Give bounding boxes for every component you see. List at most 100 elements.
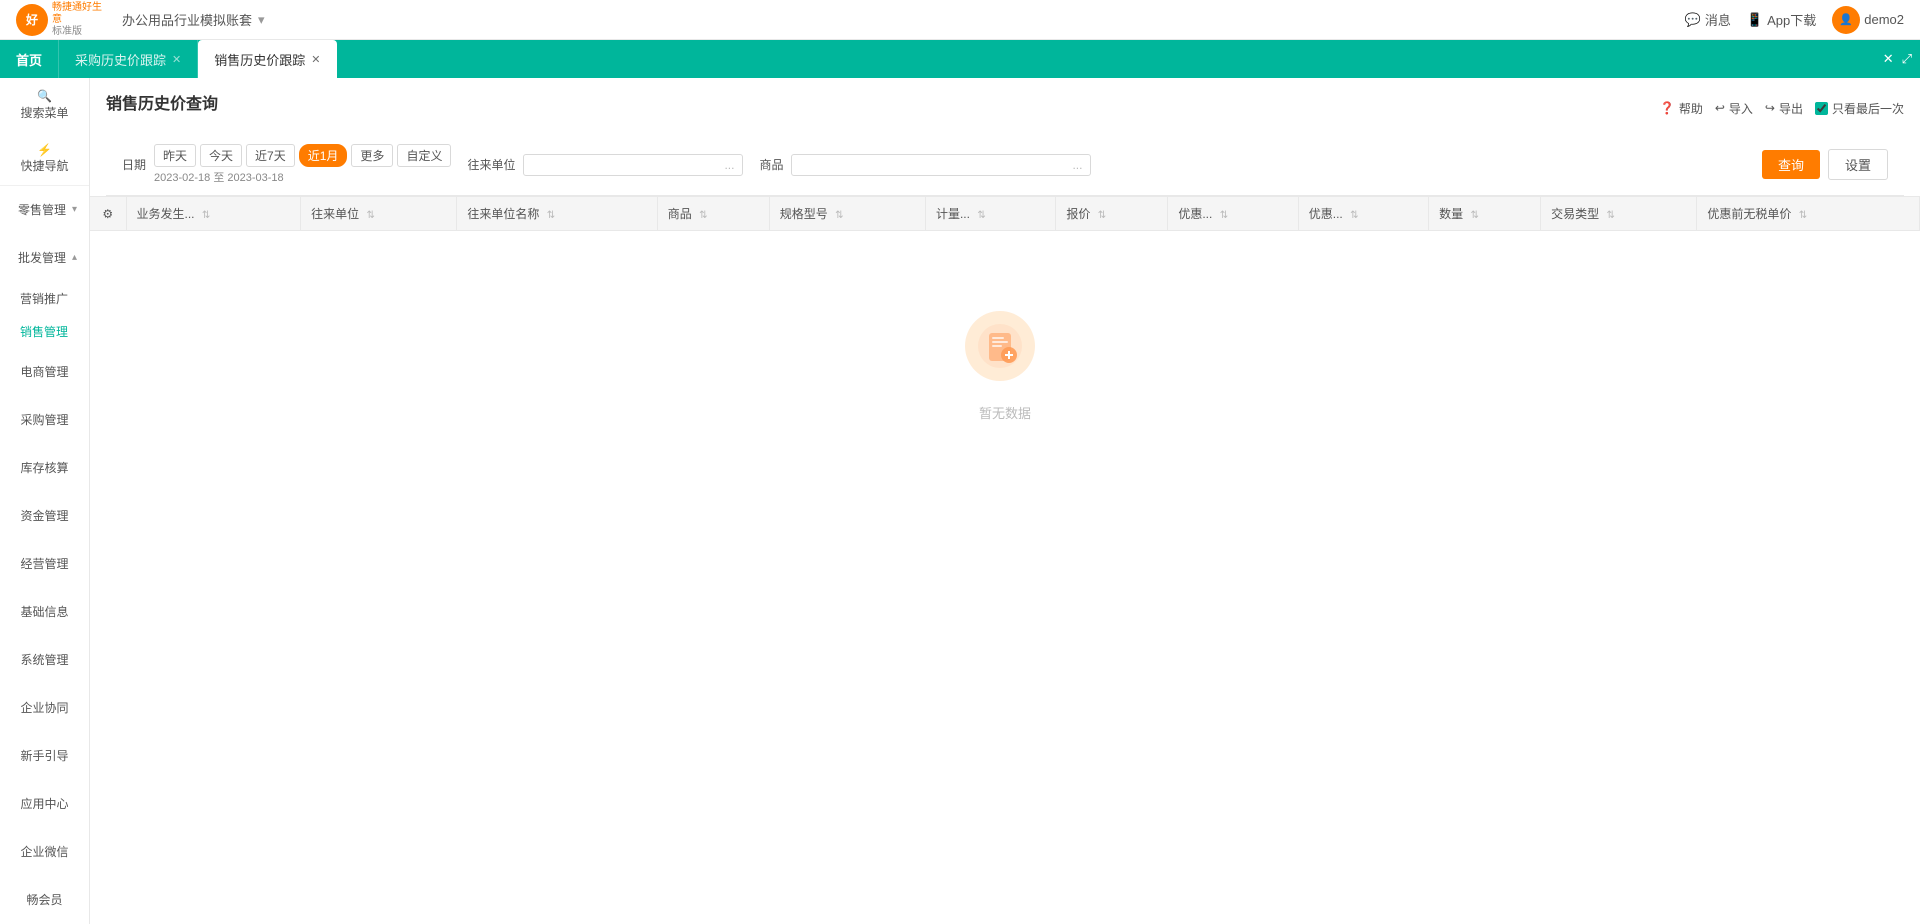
- settings-button[interactable]: 设置: [1828, 149, 1888, 180]
- th-partner-name[interactable]: 往来单位名称 ⇅: [457, 197, 657, 231]
- date-today-btn[interactable]: 今天: [200, 144, 242, 167]
- sort-icon-unit: ⇅: [977, 210, 985, 221]
- content-area: 销售历史价查询 ❓ 帮助 ↩ 导入 ↪ 导出: [90, 78, 1920, 924]
- tab-purchase-close-icon[interactable]: ✕: [172, 53, 181, 66]
- header-dropdown[interactable]: 办公用品行业模拟账套 ▾: [122, 10, 265, 29]
- main-layout: 🔍 搜索菜单 ⚡ 快捷导航 零售管理 ▾ 批发管理 ▴ 营销推广 销售管理: [0, 78, 1920, 924]
- page-header: 销售历史价查询 ❓ 帮助 ↩ 导入 ↪ 导出: [90, 78, 1920, 197]
- counterpart-input[interactable]: ...: [523, 154, 743, 176]
- sort-icon-goods: ⇅: [699, 210, 707, 221]
- tab-close-all-icon[interactable]: ✕: [1883, 51, 1894, 67]
- counterpart-filter-group: 往来单位 ...: [467, 154, 743, 176]
- sort-icon-quote: ⇅: [1098, 210, 1106, 221]
- user-avatar-button[interactable]: 👤 demo2: [1832, 6, 1904, 34]
- th-trade-type[interactable]: 交易类型 ⇅: [1541, 197, 1697, 231]
- sidebar-item-enterprise[interactable]: 企业协同: [0, 684, 89, 732]
- th-pretax-price[interactable]: 优惠前无税单价 ⇅: [1697, 197, 1920, 231]
- logo-area: 好 畅捷通好生意 标准版: [16, 2, 106, 38]
- search-icon: 🔍: [37, 88, 52, 105]
- date-filter-group: 日期 昨天 今天 近7天 近1月 更多 自定义 2023-02-18 至 202…: [122, 144, 451, 185]
- th-qty[interactable]: 数量 ⇅: [1429, 197, 1541, 231]
- date-range-display: 2023-02-18 至 2023-03-18: [154, 169, 451, 185]
- sort-icon-qty: ⇅: [1471, 210, 1479, 221]
- th-partner-code[interactable]: 往来单位 ⇅: [301, 197, 457, 231]
- tab-sales-close-icon[interactable]: ✕: [311, 53, 320, 66]
- th-biz-date[interactable]: 业务发生... ⇅: [126, 197, 301, 231]
- date-7days-btn[interactable]: 近7天: [246, 144, 295, 167]
- sidebar-item-appstore[interactable]: 应用中心: [0, 780, 89, 828]
- sidebar-item-system[interactable]: 系统管理: [0, 636, 89, 684]
- sort-icon-biz-date: ⇅: [202, 210, 210, 221]
- th-discount1[interactable]: 优惠... ⇅: [1168, 197, 1298, 231]
- goods-input[interactable]: ...: [791, 154, 1091, 176]
- sidebar-item-search[interactable]: 🔍 搜索菜单: [0, 78, 89, 132]
- tab-bar: 首页 采购历史价跟踪 ✕ 销售历史价跟踪 ✕ ✕ ⤢: [0, 40, 1920, 78]
- counterpart-placeholder: ...: [724, 158, 734, 172]
- date-1month-btn[interactable]: 近1月: [299, 144, 348, 167]
- sidebar-item-ecommerce[interactable]: 电商管理: [0, 348, 89, 396]
- th-quote[interactable]: 报价 ⇅: [1056, 197, 1168, 231]
- date-yesterday-btn[interactable]: 昨天: [154, 144, 196, 167]
- table-header: ⚙ 业务发生... ⇅ 往来单位 ⇅ 往来单位名称 ⇅: [90, 197, 1920, 231]
- export-icon: ↪: [1765, 101, 1775, 115]
- logo-icon: 好: [16, 4, 48, 36]
- sidebar-item-wholesale[interactable]: 批发管理 ▴: [0, 234, 89, 282]
- th-spec[interactable]: 规格型号 ⇅: [769, 197, 925, 231]
- page-title: 销售历史价查询: [106, 90, 218, 114]
- sidebar-item-retail[interactable]: 零售管理 ▾: [0, 186, 89, 234]
- th-discount2[interactable]: 优惠... ⇅: [1298, 197, 1428, 231]
- goods-placeholder: ...: [1072, 158, 1082, 172]
- tab-purchase-label: 采购历史价跟踪: [75, 50, 166, 69]
- app-download-button[interactable]: 📱 App下载: [1747, 10, 1816, 29]
- sort-icon-trade-type: ⇅: [1606, 210, 1614, 221]
- last-only-checkbox[interactable]: [1815, 102, 1828, 115]
- tab-home-label: 首页: [16, 50, 42, 69]
- last-only-checkbox-label[interactable]: 只看最后一次: [1815, 100, 1904, 117]
- tab-maximize-icon[interactable]: ⤢: [1902, 51, 1912, 67]
- wholesale-arrow-icon: ▴: [72, 251, 77, 265]
- date-buttons: 昨天 今天 近7天 近1月 更多 自定义: [154, 144, 451, 167]
- date-more-btn[interactable]: 更多: [351, 144, 393, 167]
- sidebar-sub-marketing[interactable]: 营销推广: [0, 282, 89, 315]
- query-button[interactable]: 查询: [1762, 150, 1820, 179]
- empty-icon: [965, 311, 1045, 391]
- logo-text: 畅捷通好生意 标准版: [52, 2, 106, 38]
- top-header: 好 畅捷通好生意 标准版 办公用品行业模拟账套 ▾ 💬 消息 📱 App下载 👤…: [0, 0, 1920, 40]
- th-gear[interactable]: ⚙: [90, 197, 126, 231]
- sidebar-item-basic[interactable]: 基础信息: [0, 588, 89, 636]
- sidebar: 🔍 搜索菜单 ⚡ 快捷导航 零售管理 ▾ 批发管理 ▴ 营销推广 销售管理: [0, 78, 90, 924]
- th-unit[interactable]: 计量... ⇅: [925, 197, 1055, 231]
- th-goods[interactable]: 商品 ⇅: [657, 197, 769, 231]
- sidebar-item-inventory[interactable]: 库存核算: [0, 444, 89, 492]
- tab-sales[interactable]: 销售历史价跟踪 ✕: [198, 40, 337, 78]
- sort-icon-pretax-price: ⇅: [1799, 210, 1807, 221]
- sidebar-item-purchase[interactable]: 采购管理: [0, 396, 89, 444]
- user-avatar-icon: 👤: [1839, 13, 1853, 26]
- date-custom-btn[interactable]: 自定义: [397, 144, 451, 167]
- export-button[interactable]: ↪ 导出: [1765, 100, 1803, 117]
- sidebar-sub-salesmanage[interactable]: 销售管理: [0, 315, 89, 348]
- message-icon: 💬: [1685, 12, 1701, 28]
- sidebar-section-top: 🔍 搜索菜单 ⚡ 快捷导航: [0, 78, 89, 186]
- date-label: 日期: [122, 156, 146, 173]
- dropdown-arrow-icon: ▾: [258, 12, 265, 28]
- filter-row: 日期 昨天 今天 近7天 近1月 更多 自定义 2023-02-18 至 202…: [106, 134, 1904, 196]
- filter-actions: 查询 设置: [1762, 149, 1888, 180]
- sidebar-item-wechat[interactable]: 企业微信: [0, 828, 89, 876]
- tab-purchase[interactable]: 采购历史价跟踪 ✕: [59, 40, 198, 78]
- help-button[interactable]: ❓ 帮助: [1660, 100, 1703, 117]
- tab-home[interactable]: 首页: [0, 40, 59, 78]
- sidebar-item-operations[interactable]: 经营管理: [0, 540, 89, 588]
- sidebar-item-guide[interactable]: 新手引导: [0, 732, 89, 780]
- data-table: ⚙ 业务发生... ⇅ 往来单位 ⇅ 往来单位名称 ⇅: [90, 197, 1920, 231]
- shortcut-icon: ⚡: [37, 142, 52, 159]
- empty-text: 暂无数据: [979, 403, 1031, 422]
- phone-icon: 📱: [1747, 12, 1763, 28]
- import-button[interactable]: ↩ 导入: [1715, 100, 1753, 117]
- tab-bar-actions: ✕ ⤢: [1883, 51, 1920, 67]
- import-icon: ↩: [1715, 101, 1725, 115]
- message-button[interactable]: 💬 消息: [1685, 10, 1731, 29]
- sidebar-item-finance[interactable]: 资金管理: [0, 492, 89, 540]
- sidebar-item-vip[interactable]: 畅会员: [0, 876, 89, 924]
- sidebar-item-shortcut[interactable]: ⚡ 快捷导航: [0, 132, 89, 186]
